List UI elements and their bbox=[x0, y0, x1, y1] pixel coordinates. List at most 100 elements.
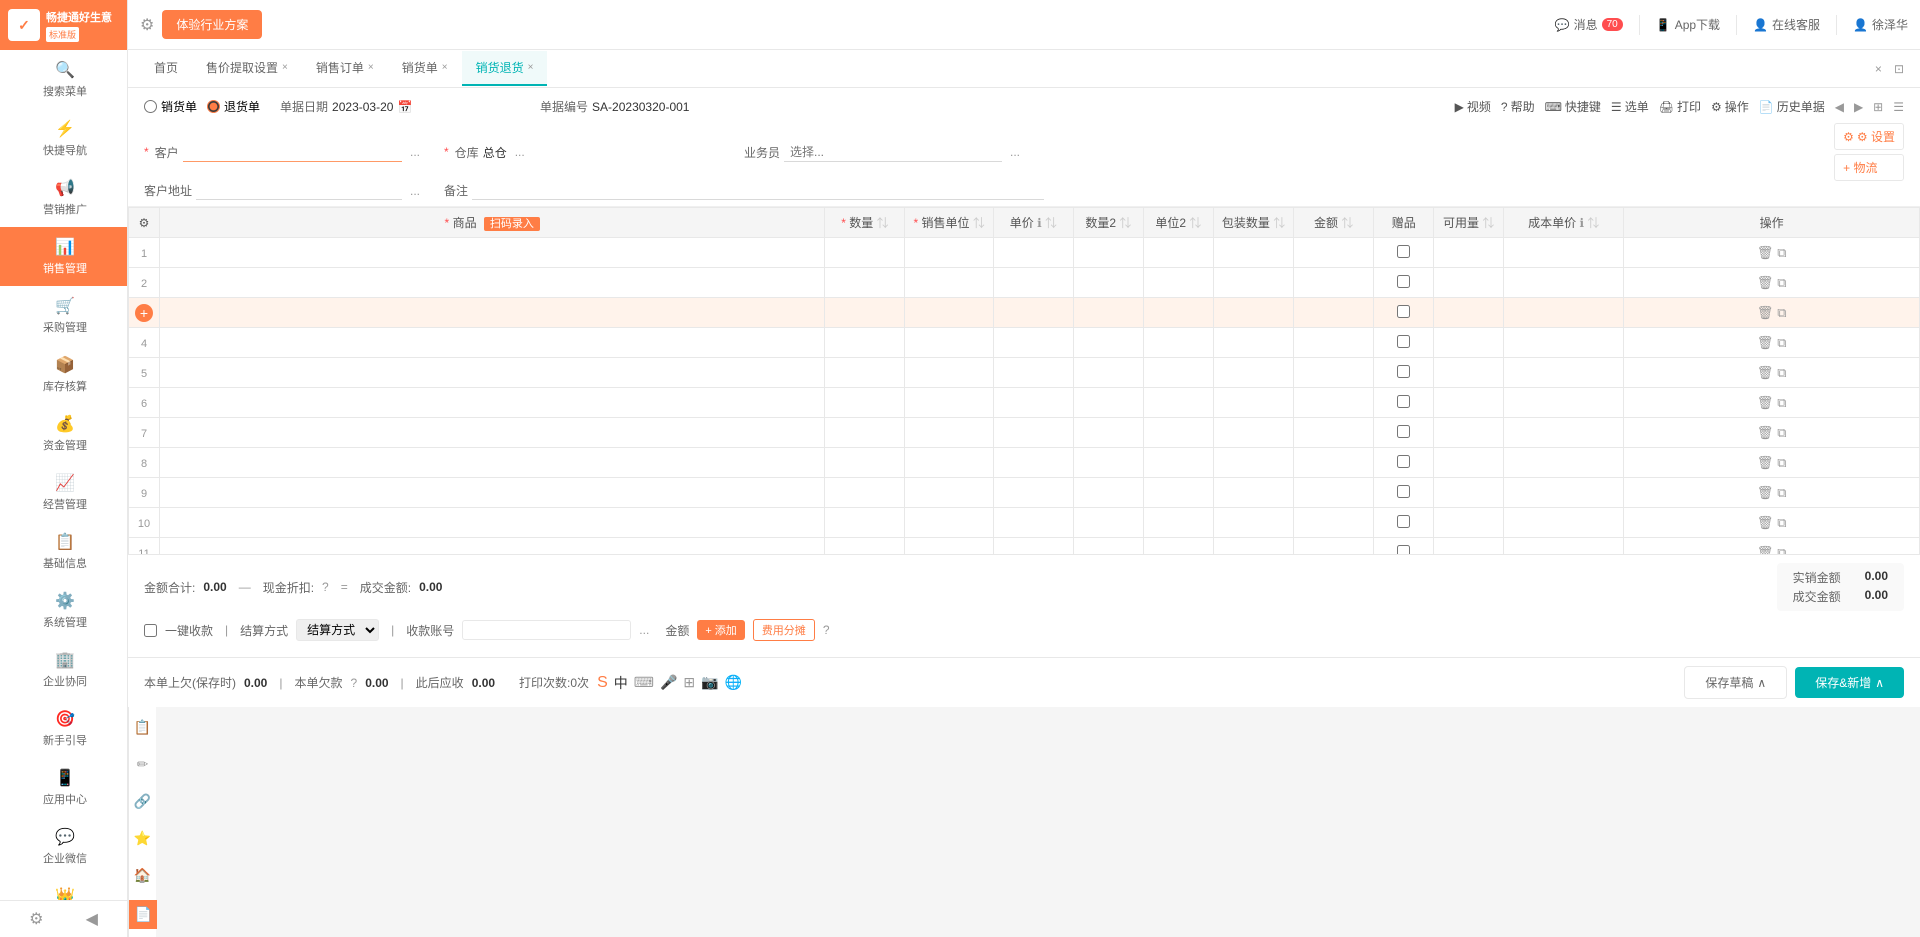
video-btn[interactable]: ▶ 视频 bbox=[1455, 98, 1491, 115]
cost-info-icon[interactable]: ℹ bbox=[1579, 216, 1584, 230]
row-1-price[interactable] bbox=[993, 238, 1073, 268]
row-2-qty[interactable] bbox=[825, 268, 905, 298]
row-1-unit2[interactable] bbox=[1143, 238, 1213, 268]
row-3-sale-unit[interactable] bbox=[905, 298, 993, 328]
tab-home[interactable]: 首页 bbox=[140, 51, 192, 86]
close-all-tabs-btn[interactable]: × bbox=[1871, 60, 1886, 78]
col-settings[interactable]: ⚙ bbox=[129, 208, 160, 238]
right-panel-icon-5[interactable]: 🏠 bbox=[130, 863, 155, 888]
available-sort-icon[interactable]: ⇅ bbox=[1482, 216, 1494, 230]
row-1-available[interactable] bbox=[1434, 238, 1504, 268]
bottom-icon-3[interactable]: ⌨ bbox=[634, 674, 654, 691]
print-btn[interactable]: 🖨 打印 bbox=[1659, 98, 1701, 115]
row-8-gift-checkbox[interactable] bbox=[1397, 455, 1410, 468]
tab-close-sale-price[interactable]: × bbox=[282, 62, 288, 73]
address-input[interactable] bbox=[196, 181, 402, 200]
row-2-pkg[interactable] bbox=[1213, 268, 1293, 298]
row-1-amount[interactable] bbox=[1294, 238, 1374, 268]
right-panel-icon-2[interactable]: ✏ bbox=[133, 752, 153, 777]
row-1-gift-checkbox[interactable] bbox=[1397, 245, 1410, 258]
sidebar-collapse-btn[interactable]: ◀ bbox=[86, 909, 98, 929]
row-3-delete-btn[interactable]: 🗑 bbox=[1757, 305, 1774, 321]
row-4-copy-btn[interactable]: ⧉ bbox=[1777, 335, 1786, 351]
qty2-sort-icon[interactable]: ⇅ bbox=[1119, 216, 1131, 230]
sidebar-item-purchase[interactable]: 🛒 采购管理 bbox=[0, 286, 127, 345]
row-1-qty[interactable] bbox=[825, 238, 905, 268]
tab-sale-price[interactable]: 售价提取设置 × bbox=[192, 51, 302, 86]
history-btn[interactable]: 📄 历史单据 bbox=[1759, 98, 1825, 115]
row-5-gift-checkbox[interactable] bbox=[1397, 365, 1410, 378]
row-10-gift-checkbox[interactable] bbox=[1397, 515, 1410, 528]
row-9-gift-checkbox[interactable] bbox=[1397, 485, 1410, 498]
save-new-button[interactable]: 保存&新增 ∧ bbox=[1795, 667, 1904, 698]
bottom-icon-2[interactable]: 中 bbox=[614, 673, 628, 693]
discount-help-icon[interactable]: ? bbox=[322, 580, 329, 594]
sidebar-item-enterprise[interactable]: 🏢 企业协同 bbox=[0, 640, 127, 699]
row-11-delete-btn[interactable]: 🗑 bbox=[1757, 545, 1774, 555]
settlement-method-select[interactable]: 结算方式 bbox=[296, 619, 379, 641]
row-6-copy-btn[interactable]: ⧉ bbox=[1777, 395, 1786, 411]
row-7-gift-checkbox[interactable] bbox=[1397, 425, 1410, 438]
sidebar-item-quick-nav[interactable]: ⚡ 快捷导航 bbox=[0, 109, 127, 168]
row-6-delete-btn[interactable]: 🗑 bbox=[1757, 395, 1774, 411]
shortcut-btn[interactable]: ⌨ 快捷键 bbox=[1545, 98, 1601, 115]
app-download-button[interactable]: 📱 App下载 bbox=[1656, 16, 1720, 33]
tab-close-sale-delivery[interactable]: × bbox=[442, 62, 448, 73]
amount-sort-icon[interactable]: ⇅ bbox=[1341, 216, 1353, 230]
radio-return-single[interactable]: 退货单 bbox=[207, 98, 260, 115]
staff-input[interactable] bbox=[784, 143, 1002, 162]
row-3-amount[interactable] bbox=[1294, 298, 1374, 328]
select-btn[interactable]: ☰ 选单 bbox=[1611, 98, 1649, 115]
row-3-pkg[interactable] bbox=[1213, 298, 1293, 328]
bottom-icon-1[interactable]: S bbox=[597, 674, 608, 692]
row-3-product[interactable] bbox=[160, 298, 825, 328]
row-2-delete-btn[interactable]: 🗑 bbox=[1757, 275, 1774, 291]
cost-sort-icon[interactable]: ⇅ bbox=[1587, 216, 1599, 230]
sidebar-item-sales[interactable]: 📊 销售管理 bbox=[0, 227, 127, 286]
row-2-price[interactable] bbox=[993, 268, 1073, 298]
bottom-icon-4[interactable]: 🎤 bbox=[660, 674, 677, 691]
sidebar-item-marketing[interactable]: 📢 营销推广 bbox=[0, 168, 127, 227]
single-debt-help-icon[interactable]: ? bbox=[351, 676, 358, 690]
trial-button[interactable]: 体验行业方案 bbox=[162, 10, 262, 39]
save-draft-button[interactable]: 保存草稿 ∧ bbox=[1684, 666, 1787, 699]
sidebar-item-inventory[interactable]: 📦 库存核算 bbox=[0, 345, 127, 404]
bottom-icon-7[interactable]: 🌐 bbox=[725, 674, 742, 691]
tab-sale-order[interactable]: 销售订单 × bbox=[302, 51, 388, 86]
tab-close-sale-return[interactable]: × bbox=[528, 62, 534, 73]
sidebar-item-member[interactable]: 👑 畅会员 bbox=[0, 876, 127, 900]
tab-sale-delivery[interactable]: 销货单 × bbox=[388, 51, 462, 86]
row-10-delete-btn[interactable]: 🗑 bbox=[1757, 515, 1774, 531]
settings-btn[interactable]: ⚙ ⚙ 设置 bbox=[1834, 123, 1904, 150]
account-select-btn[interactable]: ... bbox=[639, 623, 649, 637]
unit2-sort-icon[interactable]: ⇅ bbox=[1189, 216, 1201, 230]
row-3-available[interactable] bbox=[1434, 298, 1504, 328]
row-2-gift[interactable] bbox=[1374, 268, 1434, 298]
tab-close-sale-order[interactable]: × bbox=[368, 62, 374, 73]
next-record-btn[interactable]: ▶ bbox=[1854, 100, 1863, 114]
row-7-delete-btn[interactable]: 🗑 bbox=[1757, 425, 1774, 441]
add-fee-btn[interactable]: + 添加 bbox=[697, 620, 744, 640]
radio-return-input[interactable] bbox=[207, 100, 220, 113]
row-11-copy-btn[interactable]: ⧉ bbox=[1777, 545, 1786, 555]
sidebar-item-finance[interactable]: 💰 资金管理 bbox=[0, 404, 127, 463]
row-3-unit2[interactable] bbox=[1143, 298, 1213, 328]
row-1-gift[interactable] bbox=[1374, 238, 1434, 268]
row-8-copy-btn[interactable]: ⧉ bbox=[1777, 455, 1786, 471]
bottom-icon-5[interactable]: ⊞ bbox=[683, 674, 695, 691]
prev-record-btn[interactable]: ◀ bbox=[1835, 100, 1844, 114]
fee-help-icon[interactable]: ? bbox=[823, 623, 830, 637]
staff-select-btn[interactable]: ... bbox=[1006, 145, 1024, 159]
list-view-btn[interactable]: ☰ bbox=[1893, 100, 1904, 114]
row-9-copy-btn[interactable]: ⧉ bbox=[1777, 485, 1786, 501]
restore-tab-btn[interactable]: ⊡ bbox=[1890, 60, 1908, 78]
remark-input[interactable] bbox=[472, 181, 1044, 200]
row-3-cost[interactable] bbox=[1504, 298, 1624, 328]
sale-unit-sort-icon[interactable]: ⇅ bbox=[973, 216, 985, 230]
add-row-btn[interactable]: + bbox=[135, 304, 153, 322]
sidebar-item-search[interactable]: 🔍 搜索菜单 bbox=[0, 50, 127, 109]
row-1-product[interactable] bbox=[160, 238, 825, 268]
price-sort-icon[interactable]: ⇅ bbox=[1045, 216, 1057, 230]
right-panel-icon-4[interactable]: ⭐ bbox=[130, 826, 155, 851]
customer-select-btn[interactable]: ... bbox=[406, 145, 424, 159]
